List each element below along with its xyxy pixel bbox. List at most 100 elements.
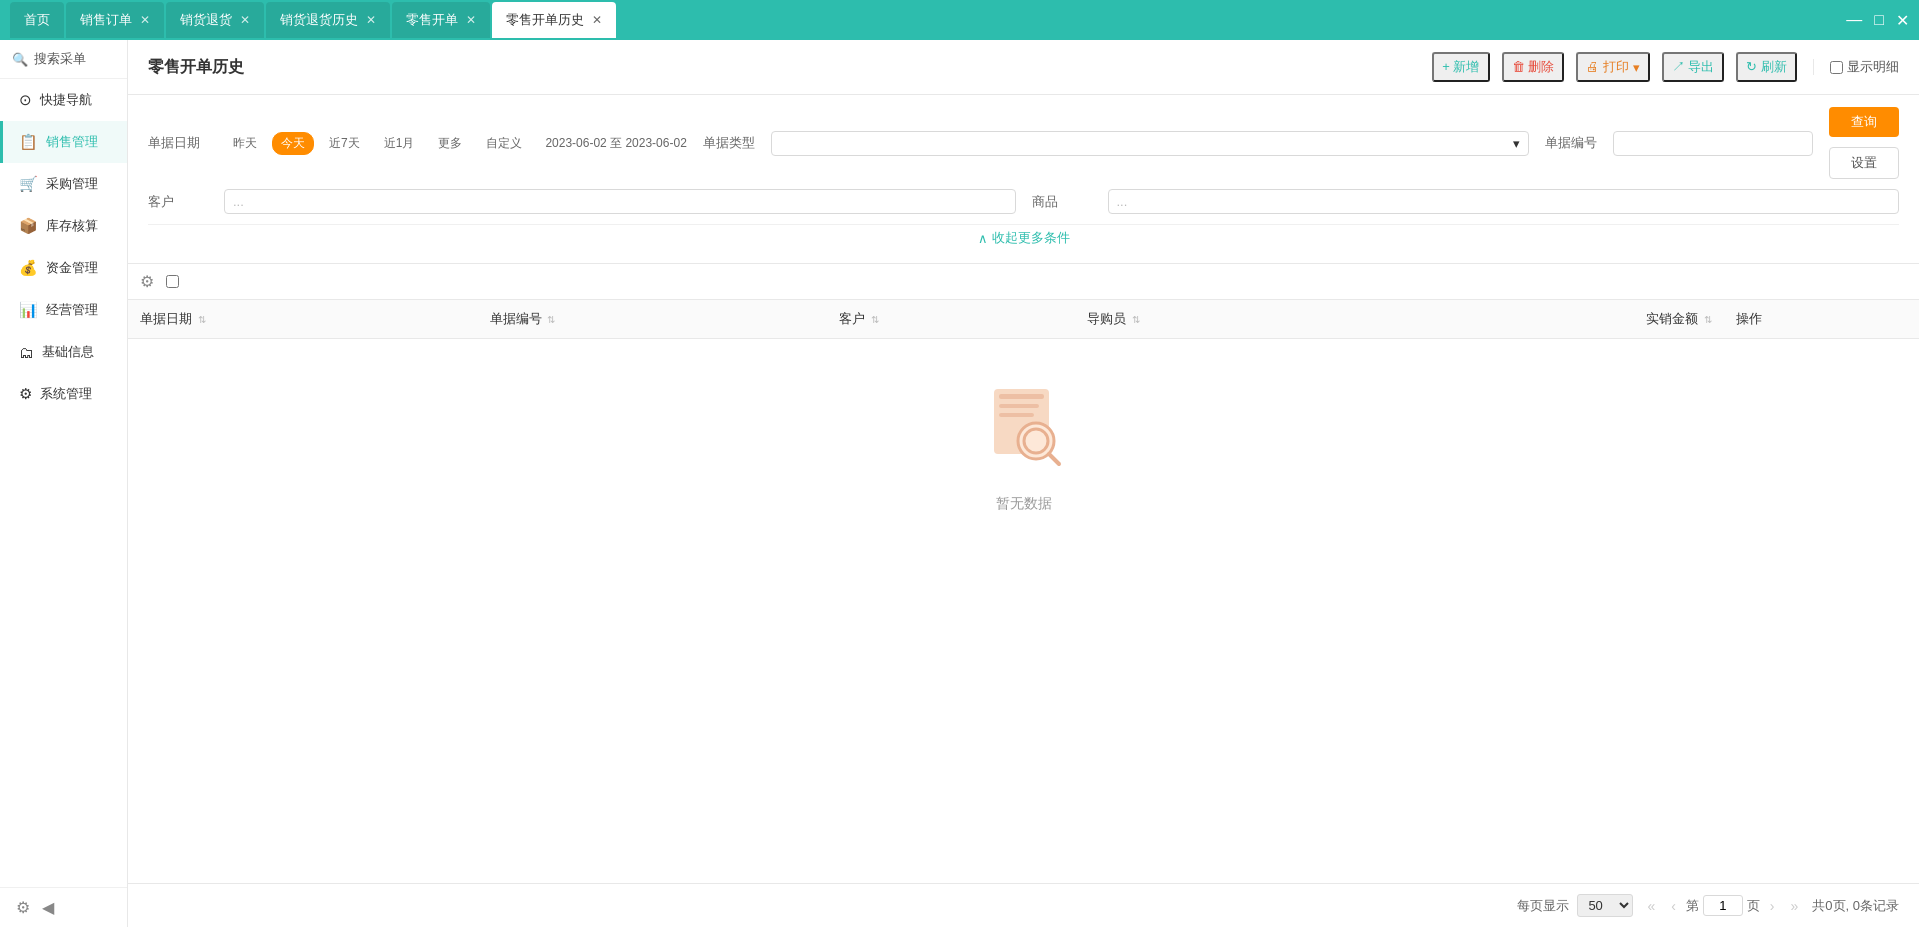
divider: [1813, 59, 1814, 75]
data-table: 单据日期 ⇅ 单据编号 ⇅ 客户 ⇅: [128, 300, 1919, 339]
col-customer-label: 客户: [839, 311, 865, 326]
date-btn-1month[interactable]: 近1月: [375, 132, 424, 155]
setting-button[interactable]: 设置: [1829, 147, 1899, 179]
quick-nav-icon: ⊙: [19, 91, 32, 109]
prev-page-btn[interactable]: ‹: [1665, 896, 1682, 916]
date-btn-custom[interactable]: 自定义: [477, 132, 531, 155]
tab-retail-open-history-close[interactable]: ✕: [592, 13, 602, 27]
tab-sales-order[interactable]: 销售订单 ✕: [66, 2, 164, 38]
print-button[interactable]: 🖨 打印 ▾: [1576, 52, 1650, 82]
tab-home[interactable]: 首页: [10, 2, 64, 38]
sidebar-item-purchase-mgmt[interactable]: 🛒 采购管理: [0, 163, 127, 205]
table-container: 单据日期 ⇅ 单据编号 ⇅ 客户 ⇅: [128, 300, 1919, 883]
first-page-btn[interactable]: «: [1641, 896, 1661, 916]
page-label: 第: [1686, 897, 1699, 915]
col-doc-date-sort-icon: ⇅: [198, 314, 206, 325]
sales-mgmt-icon: 📋: [19, 133, 38, 151]
refresh-button[interactable]: ↻ 刷新: [1736, 52, 1797, 82]
date-btn-more[interactable]: 更多: [429, 132, 471, 155]
export-button[interactable]: ↗ 导出: [1662, 52, 1725, 82]
date-label: 单据日期: [148, 134, 208, 152]
tab-sales-return-history-close[interactable]: ✕: [366, 13, 376, 27]
window-close-btn[interactable]: ✕: [1896, 11, 1909, 30]
show-detail-checkbox[interactable]: 显示明细: [1830, 58, 1899, 76]
basic-info-icon: 🗂: [19, 344, 34, 361]
sidebar-collapse-icon[interactable]: ◀: [42, 898, 54, 917]
page-number-input[interactable]: [1703, 895, 1743, 916]
date-btn-today[interactable]: 今天: [272, 132, 314, 155]
doc-type-arrow-icon: ▾: [1513, 136, 1520, 151]
sidebar-item-sales-mgmt[interactable]: 📋 销售管理: [0, 121, 127, 163]
add-button[interactable]: + 新增: [1432, 52, 1489, 82]
search-label: 搜索采单: [34, 50, 86, 68]
tab-sales-order-label: 销售订单: [80, 11, 132, 29]
tab-sales-return[interactable]: 销货退货 ✕: [166, 2, 264, 38]
sidebar-bottom: ⚙ ◀: [0, 887, 127, 927]
sidebar-item-finance-mgmt-label: 资金管理: [46, 259, 98, 277]
show-detail-input[interactable]: [1830, 61, 1843, 74]
show-detail-label: 显示明细: [1847, 58, 1899, 76]
search-icon: 🔍: [12, 52, 28, 67]
next-page-btn[interactable]: ›: [1764, 896, 1781, 916]
window-minimize-btn[interactable]: —: [1846, 11, 1862, 29]
select-all-checkbox[interactable]: [166, 275, 179, 288]
print-label: 🖨 打印: [1586, 58, 1629, 76]
tab-retail-open-history[interactable]: 零售开单历史 ✕: [492, 2, 616, 38]
sidebar-settings-icon[interactable]: ⚙: [16, 898, 30, 917]
collapse-label: 收起更多条件: [992, 229, 1070, 247]
col-salesperson-sort-icon: ⇅: [1132, 314, 1140, 325]
sidebar: 🔍 搜索采单 ⊙ 快捷导航 📋 销售管理 🛒 采购管理 📦 库存核算 💰 资金管…: [0, 40, 128, 927]
goods-placeholder: ...: [1117, 194, 1128, 209]
date-btn-7days[interactable]: 近7天: [320, 132, 369, 155]
print-arrow-icon: ▾: [1633, 60, 1640, 75]
tab-retail-open-history-label: 零售开单历史: [506, 11, 584, 29]
top-bar: 首页 销售订单 ✕ 销货退货 ✕ 销货退货历史 ✕ 零售开单 ✕ 零售开单历史 …: [0, 0, 1919, 40]
sidebar-item-ops-mgmt[interactable]: 📊 经营管理: [0, 289, 127, 331]
col-actions: 操作: [1724, 300, 1919, 339]
sidebar-item-sys-mgmt[interactable]: ⚙ 系统管理: [0, 373, 127, 415]
sidebar-item-ops-mgmt-label: 经营管理: [46, 301, 98, 319]
doc-no-input[interactable]: [1613, 131, 1813, 156]
col-salesperson[interactable]: 导购员 ⇅: [1075, 300, 1374, 339]
collapse-btn[interactable]: ∧ 收起更多条件: [148, 224, 1899, 251]
date-btn-yesterday[interactable]: 昨天: [224, 132, 266, 155]
last-page-btn[interactable]: »: [1785, 896, 1805, 916]
sidebar-item-purchase-mgmt-label: 采购管理: [46, 175, 98, 193]
sidebar-item-finance-mgmt[interactable]: 💰 资金管理: [0, 247, 127, 289]
customer-select[interactable]: ...: [224, 189, 1016, 214]
customer-label: 客户: [148, 193, 208, 211]
page-header: 零售开单历史 + 新增 🗑 删除 🖨 打印 ▾ ↗ 导出 ↻ 刷新 显示明细: [128, 40, 1919, 95]
tab-sales-order-close[interactable]: ✕: [140, 13, 150, 27]
col-actual-amount[interactable]: 实销金额 ⇅: [1374, 300, 1724, 339]
tab-retail-open-label: 零售开单: [406, 11, 458, 29]
ops-mgmt-icon: 📊: [19, 301, 38, 319]
col-customer[interactable]: 客户 ⇅: [827, 300, 1075, 339]
empty-text: 暂无数据: [996, 495, 1052, 513]
col-actions-label: 操作: [1736, 311, 1762, 326]
tab-sales-return-history-label: 销货退货历史: [280, 11, 358, 29]
tab-sales-return-close[interactable]: ✕: [240, 13, 250, 27]
pagination: 每页显示 20 50 100 « ‹ 第 页 › » 共0页, 0条记录: [128, 883, 1919, 927]
sidebar-item-inventory[interactable]: 📦 库存核算: [0, 205, 127, 247]
sidebar-search[interactable]: 🔍 搜索采单: [0, 40, 127, 79]
col-actual-amount-label: 实销金额: [1646, 311, 1698, 326]
svg-line-6: [1049, 454, 1059, 464]
tab-retail-open[interactable]: 零售开单 ✕: [392, 2, 490, 38]
column-settings-icon[interactable]: ⚙: [140, 272, 154, 291]
sidebar-item-quick-nav[interactable]: ⊙ 快捷导航: [0, 79, 127, 121]
doc-type-select[interactable]: ▾: [771, 131, 1529, 156]
table-area: ⚙ 单据日期 ⇅ 单据编号 ⇅: [128, 264, 1919, 883]
col-doc-date[interactable]: 单据日期 ⇅: [128, 300, 478, 339]
svg-rect-3: [999, 413, 1034, 417]
tab-sales-return-history[interactable]: 销货退货历史 ✕: [266, 2, 390, 38]
sidebar-item-basic-info[interactable]: 🗂 基础信息: [0, 331, 127, 373]
tab-retail-open-close[interactable]: ✕: [466, 13, 476, 27]
delete-button[interactable]: 🗑 删除: [1502, 52, 1565, 82]
window-maximize-btn[interactable]: □: [1874, 11, 1884, 29]
query-button[interactable]: 查询: [1829, 107, 1899, 137]
doc-no-label: 单据编号: [1545, 134, 1605, 152]
page-size-select[interactable]: 20 50 100: [1577, 894, 1633, 917]
col-doc-no[interactable]: 单据编号 ⇅: [478, 300, 828, 339]
sys-mgmt-icon: ⚙: [19, 385, 32, 403]
goods-select[interactable]: ...: [1108, 189, 1900, 214]
